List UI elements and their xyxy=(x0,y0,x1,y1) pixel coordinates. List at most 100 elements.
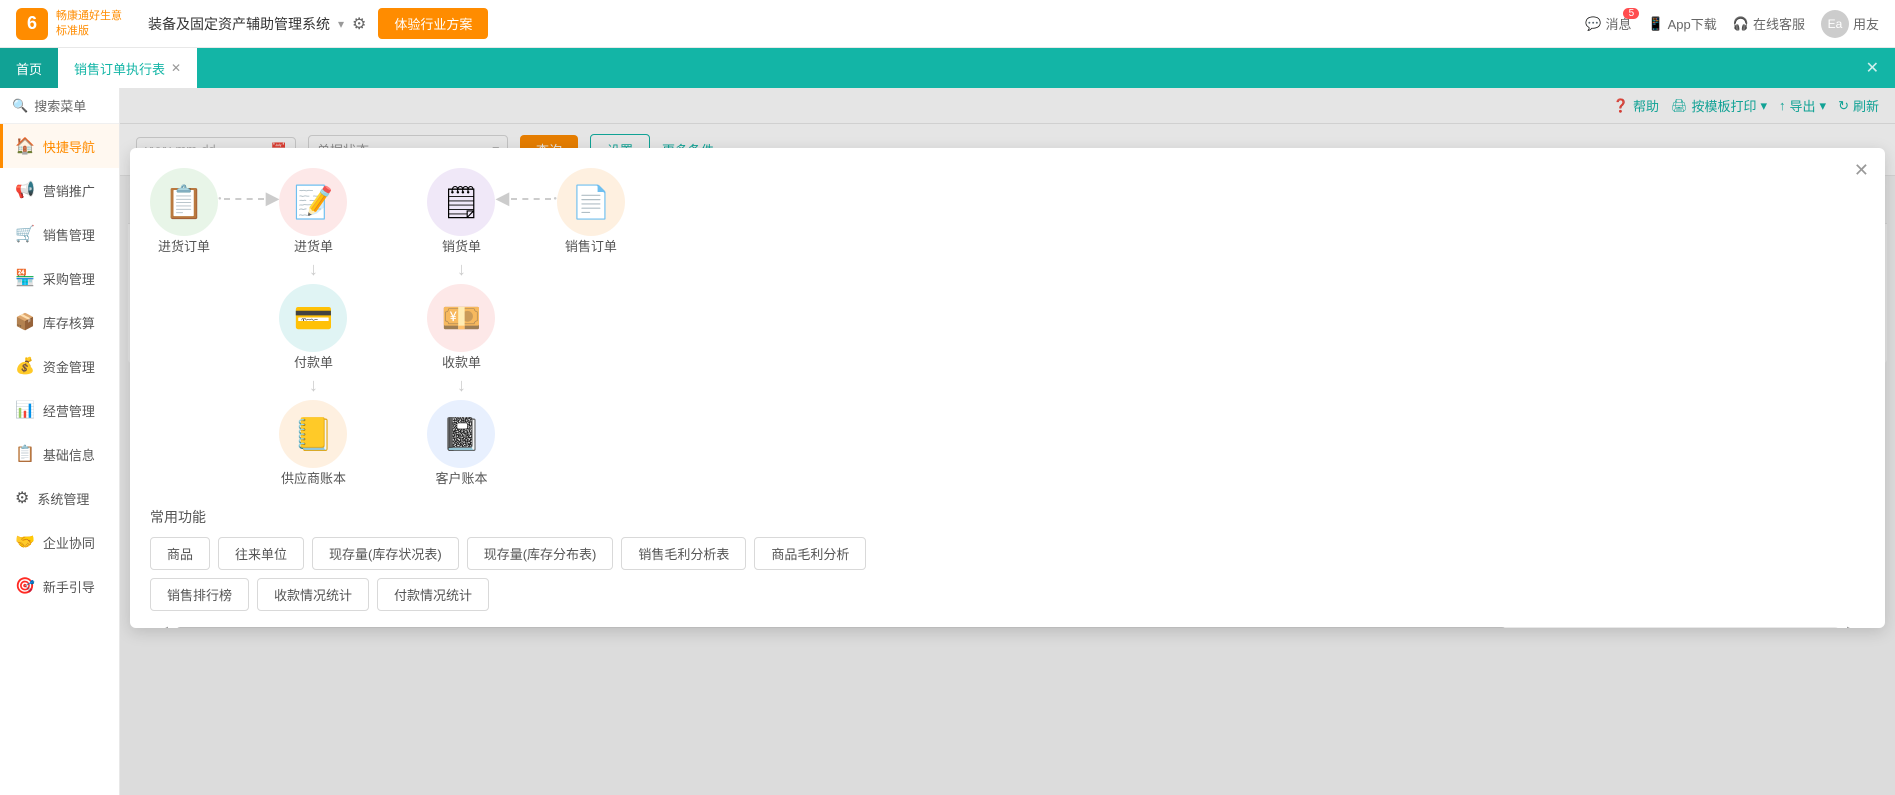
finance-icon: 💰 xyxy=(15,356,35,376)
scroll-left-icon[interactable]: ◀ xyxy=(158,623,168,628)
sales-slip-node[interactable]: 🗒 xyxy=(427,168,495,236)
dropdown-arrow-icon[interactable]: ▾ xyxy=(338,17,344,31)
common-section-title: 常用功能 xyxy=(150,507,1865,527)
sidebar-item-guide[interactable]: 🎯 新手引导 xyxy=(0,564,119,608)
sidebar-item-quick-nav-label: 快捷导航 xyxy=(43,137,95,156)
common-btn-stock-status[interactable]: 现存量(库存状况表) xyxy=(312,537,459,570)
tab-home-label: 首页 xyxy=(16,59,42,78)
arrow-sales-order-to-slip: ◀ ● xyxy=(495,188,556,209)
sidebar-item-inventory[interactable]: 📦 库存核算 xyxy=(0,300,119,344)
common-btn-sales-margin[interactable]: 销售毛利分析表 xyxy=(621,537,746,570)
sidebar-item-collab-label: 企业协同 xyxy=(43,533,95,552)
search-menu-label: 搜索菜单 xyxy=(34,96,86,115)
sidebar-item-finance-label: 资金管理 xyxy=(43,357,95,376)
tab-sales-order-exec-label: 销售订单执行表 xyxy=(74,59,165,78)
system-icon: ⚙ xyxy=(15,488,29,508)
supplier-ledger-label: 供应商账本 xyxy=(281,468,346,487)
arrow-purchase-order-to-slip: ● ▶ xyxy=(218,188,279,209)
flow-col-purchase-slip: 📝 进货单 ↓ 💳 付款单 ↓ 📒 供应商账本 xyxy=(279,168,347,487)
tab-home[interactable]: 首页 xyxy=(0,48,58,88)
inventory-icon: 📦 xyxy=(15,312,35,332)
payment-slip-node[interactable]: 💳 xyxy=(279,284,347,352)
flow-col-sales-slip: 🗒 销货单 ↓ 💴 收款单 ↓ 📓 客户账本 xyxy=(427,168,495,487)
common-section: 常用功能 商品 往来单位 现存量(库存状况表) 现存量(库存分布表) 销售毛利分… xyxy=(150,507,1865,611)
home-icon: 🏠 xyxy=(15,136,35,156)
user-area[interactable]: Ea 用友 xyxy=(1821,10,1879,38)
tab-bar: 首页 销售订单执行表 ✕ ✕ xyxy=(0,48,1895,88)
try-industry-button[interactable]: 体验行业方案 xyxy=(378,8,488,39)
logo-line2: 标准版 xyxy=(56,24,122,38)
common-btn-contacts[interactable]: 往来单位 xyxy=(218,537,304,570)
logo-line1: 畅康通好生意 xyxy=(56,9,122,23)
common-btn-product-margin[interactable]: 商品毛利分析 xyxy=(754,537,866,570)
sidebar-item-marketing[interactable]: 📢 营销推广 xyxy=(0,168,119,212)
sidebar-item-basic-info[interactable]: 📋 基础信息 xyxy=(0,432,119,476)
scroll-right-icon[interactable]: ▶ xyxy=(1847,623,1857,628)
logo-area: 6 畅康通好生意 标准版 xyxy=(16,8,136,40)
sidebar-item-basic-info-label: 基础信息 xyxy=(43,445,95,464)
arrow-down-supplier: ↓ xyxy=(309,375,318,396)
app-download-button[interactable]: 📱 App下载 xyxy=(1647,14,1716,33)
user-initial: Ea xyxy=(1828,17,1843,31)
content-area: ❓ 帮助 🖨 按模板打印 ▾ ↑ 导出 ▾ ↻ 刷新 yyyy-mm-dd xyxy=(120,88,1895,795)
sidebar-item-sales[interactable]: 🛒 销售管理 xyxy=(0,212,119,256)
sidebar-item-purchase[interactable]: 🏪 采购管理 xyxy=(0,256,119,300)
tab-sales-order-exec[interactable]: 销售订单执行表 ✕ xyxy=(58,48,197,88)
online-service-label: 在线客服 xyxy=(1753,14,1805,33)
system-title-area: 装备及固定资产辅助管理系统 ▾ ⚙ xyxy=(148,14,366,34)
collab-icon: 🤝 xyxy=(15,532,35,552)
flow-diagram: 📋 进货订单 ● ▶ 📝 进货单 ↓ 💳 付款单 ↓ 📒 供应商账本 xyxy=(150,168,1865,487)
avatar: Ea xyxy=(1821,10,1849,38)
customer-ledger-label: 客户账本 xyxy=(435,468,487,487)
common-buttons-row1: 商品 往来单位 现存量(库存状况表) 现存量(库存分布表) 销售毛利分析表 商品… xyxy=(150,537,1865,570)
search-menu-button[interactable]: 🔍 搜索菜单 xyxy=(0,88,119,124)
guide-icon: 🎯 xyxy=(15,576,35,596)
message-button[interactable]: 💬 消息 5 xyxy=(1585,14,1631,33)
supplier-ledger-node[interactable]: 📒 xyxy=(279,400,347,468)
online-service-button[interactable]: 🎧 在线客服 xyxy=(1733,14,1805,33)
app-download-icon: 📱 xyxy=(1647,16,1663,32)
common-btn-sales-rank[interactable]: 销售排行榜 xyxy=(150,578,249,611)
message-badge: 5 xyxy=(1623,8,1639,19)
sidebar-item-system[interactable]: ⚙ 系统管理 xyxy=(0,476,119,520)
sidebar-item-quick-nav[interactable]: 🏠 快捷导航 xyxy=(0,124,119,168)
gear-icon[interactable]: ⚙ xyxy=(352,14,366,34)
sidebar-item-finance[interactable]: 💰 资金管理 xyxy=(0,344,119,388)
system-title: 装备及固定资产辅助管理系统 xyxy=(148,14,330,34)
receipt-slip-node[interactable]: 💴 xyxy=(427,284,495,352)
sidebar-item-collab[interactable]: 🤝 企业协同 xyxy=(0,520,119,564)
message-icon: 💬 xyxy=(1585,16,1601,32)
tab-close-icon[interactable]: ✕ xyxy=(171,61,181,75)
arrow-down-payment: ↓ xyxy=(309,259,318,280)
scrollbar-thumb xyxy=(176,627,1506,628)
sales-icon: 🛒 xyxy=(15,224,35,244)
sales-slip-label: 销货单 xyxy=(442,236,481,255)
basic-info-icon: 📋 xyxy=(15,444,35,464)
bottom-scrollbar[interactable]: ◀ ▶ xyxy=(150,619,1865,628)
popup-close-button[interactable]: ✕ xyxy=(1854,160,1869,181)
header-right: 💬 消息 5 📱 App下载 🎧 在线客服 Ea 用友 xyxy=(1585,10,1879,38)
common-btn-payment-stats[interactable]: 付款情况统计 xyxy=(377,578,489,611)
tab-bar-close-icon[interactable]: ✕ xyxy=(1866,58,1879,78)
user-label: 用友 xyxy=(1853,14,1879,33)
app-download-label: App下载 xyxy=(1668,14,1717,33)
sidebar-item-guide-label: 新手引导 xyxy=(43,577,95,596)
logo-char: 6 xyxy=(27,13,37,34)
purchase-icon: 🏪 xyxy=(15,268,35,288)
common-btn-product[interactable]: 商品 xyxy=(150,537,210,570)
purchase-order-node[interactable]: 📋 xyxy=(150,168,218,236)
popup-container: ✕ 📋 进货订单 ● ▶ 📝 进货单 ↓ 💳 xyxy=(130,148,1885,628)
scrollbar-track[interactable] xyxy=(176,627,1839,628)
common-btn-receipt-stats[interactable]: 收款情况统计 xyxy=(257,578,369,611)
sidebar-item-operations[interactable]: 📊 经营管理 xyxy=(0,388,119,432)
customer-ledger-node[interactable]: 📓 xyxy=(427,400,495,468)
main-layout: 🔍 搜索菜单 🏠 快捷导航 📢 营销推广 🛒 销售管理 🏪 采购管理 📦 库存核… xyxy=(0,88,1895,795)
search-icon: 🔍 xyxy=(12,98,28,114)
sales-order-node[interactable]: 📄 xyxy=(557,168,625,236)
sidebar: 🔍 搜索菜单 🏠 快捷导航 📢 营销推广 🛒 销售管理 🏪 采购管理 📦 库存核… xyxy=(0,88,120,795)
top-header: 6 畅康通好生意 标准版 装备及固定资产辅助管理系统 ▾ ⚙ 体验行业方案 💬 … xyxy=(0,0,1895,48)
payment-slip-label: 付款单 xyxy=(294,352,333,371)
receipt-slip-label: 收款单 xyxy=(442,352,481,371)
purchase-slip-node[interactable]: 📝 xyxy=(279,168,347,236)
common-btn-stock-dist[interactable]: 现存量(库存分布表) xyxy=(467,537,614,570)
